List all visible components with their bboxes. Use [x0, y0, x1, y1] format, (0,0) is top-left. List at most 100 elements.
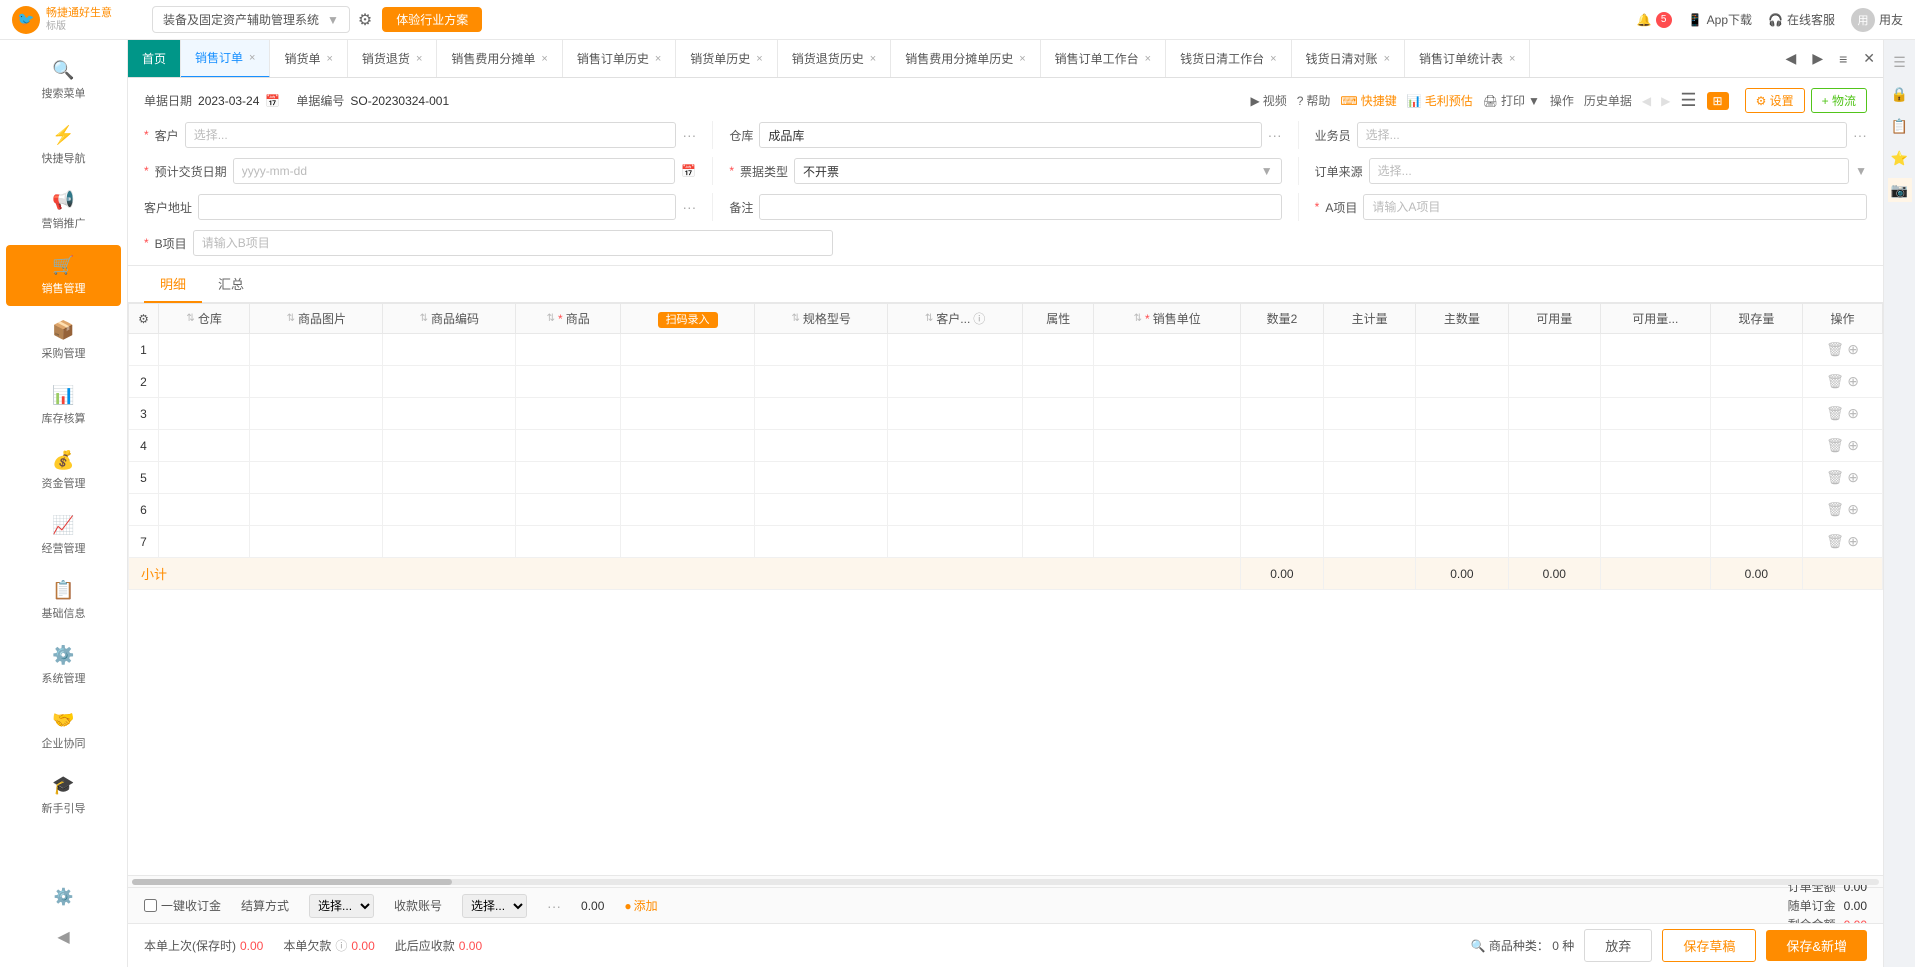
- tab-cash-daily[interactable]: 钱货日清工作台 ×: [1166, 40, 1291, 78]
- industry-btn[interactable]: 体验行业方案: [382, 7, 482, 32]
- row-main-unit[interactable]: [1323, 462, 1415, 494]
- row-product-code[interactable]: [383, 462, 516, 494]
- row-product-name[interactable]: [516, 462, 621, 494]
- row-warehouse[interactable]: [159, 366, 250, 398]
- sidebar-settings-btn[interactable]: ⚙️: [0, 879, 127, 915]
- sidebar-item-sales[interactable]: 🛒 销售管理: [6, 245, 121, 306]
- row-product-img[interactable]: [250, 526, 383, 558]
- row-main-qty[interactable]: [1416, 494, 1508, 526]
- right-action-5[interactable]: 📷: [1888, 178, 1912, 202]
- delete-row-icon[interactable]: 🗑: [1826, 501, 1844, 517]
- row-customer-code[interactable]: [888, 334, 1023, 366]
- bank-account-more-icon[interactable]: ···: [547, 898, 561, 914]
- copy-row-icon[interactable]: ⊕: [1847, 341, 1859, 357]
- delivery-date-input[interactable]: [233, 158, 676, 184]
- tab-close-icon[interactable]: ×: [416, 53, 422, 65]
- shortcut-btn[interactable]: ⌨ 快捷键: [1340, 92, 1396, 109]
- right-action-1[interactable]: ☰: [1888, 50, 1912, 74]
- row-main-qty[interactable]: [1416, 366, 1508, 398]
- col-sort-icon[interactable]: ⇅: [186, 313, 194, 324]
- row-spec-model[interactable]: [755, 334, 888, 366]
- app-download-btn[interactable]: 📱 App下载: [1688, 11, 1752, 28]
- row-available-qty[interactable]: [1508, 366, 1600, 398]
- row-available-qty[interactable]: [1508, 462, 1600, 494]
- scroll-area[interactable]: [128, 875, 1883, 887]
- right-action-4[interactable]: ⭐: [1888, 146, 1912, 170]
- sidebar-item-purchase[interactable]: 📦 采购管理: [6, 310, 121, 371]
- discard-btn[interactable]: 放弃: [1584, 929, 1652, 962]
- tab-close-icon[interactable]: ×: [1019, 53, 1025, 65]
- view-video-btn[interactable]: ▶ 视频: [1250, 92, 1286, 109]
- customer-input[interactable]: [185, 122, 677, 148]
- row-main-unit[interactable]: [1323, 398, 1415, 430]
- notes-input[interactable]: [759, 194, 1281, 220]
- tab-sales-refund-history[interactable]: 销货退货历史 ×: [778, 40, 891, 78]
- col-settings[interactable]: ⚙: [129, 304, 159, 334]
- print-btn[interactable]: 🖨 打印 ▼: [1483, 92, 1540, 109]
- set-btn[interactable]: ⚙ 设置: [1745, 88, 1805, 113]
- invoice-type-select[interactable]: 不开票 ▼: [794, 158, 1282, 184]
- row-product-name[interactable]: [516, 494, 621, 526]
- delete-row-icon[interactable]: 🗑: [1826, 533, 1844, 549]
- tab-sales-return[interactable]: 销货单 ×: [270, 40, 347, 78]
- tab-close-icon[interactable]: ×: [655, 53, 661, 65]
- sidebar-item-basic-info[interactable]: 📋 基础信息: [6, 570, 121, 631]
- right-action-2[interactable]: 🔒: [1888, 82, 1912, 106]
- row-product-img[interactable]: [250, 398, 383, 430]
- row-warehouse[interactable]: [159, 334, 250, 366]
- one-click-checkbox[interactable]: [144, 899, 157, 912]
- copy-row-icon[interactable]: ⊕: [1847, 373, 1859, 389]
- delete-row-icon[interactable]: 🗑: [1826, 341, 1844, 357]
- scan-btn[interactable]: 扫码录入: [658, 312, 718, 328]
- tab-sales-order[interactable]: 销售订单 ×: [181, 40, 270, 78]
- row-attr[interactable]: [1023, 430, 1094, 462]
- row-qty2[interactable]: [1240, 526, 1323, 558]
- tab-next-btn[interactable]: ▶: [1804, 50, 1831, 67]
- row-main-unit[interactable]: [1323, 366, 1415, 398]
- delete-row-icon[interactable]: 🗑: [1826, 405, 1844, 421]
- row-spec-model[interactable]: [755, 398, 888, 430]
- save-draft-btn[interactable]: 保存草稿: [1662, 929, 1756, 962]
- tab-close-all-btn[interactable]: ✕: [1855, 50, 1883, 67]
- row-qty2[interactable]: [1240, 398, 1323, 430]
- staff-more-icon[interactable]: ···: [1853, 127, 1867, 143]
- row-available-more[interactable]: [1600, 526, 1710, 558]
- sidebar-item-quick-nav[interactable]: ⚡ 快捷导航: [6, 115, 121, 176]
- row-product-code[interactable]: [383, 430, 516, 462]
- row-available-more[interactable]: [1600, 398, 1710, 430]
- row-warehouse[interactable]: [159, 526, 250, 558]
- right-action-3[interactable]: 📋: [1888, 114, 1912, 138]
- col-sort-icon[interactable]: ⇅: [547, 313, 555, 324]
- add-col-btn[interactable]: + 物流: [1811, 88, 1867, 113]
- save-new-btn[interactable]: 保存&新增: [1766, 930, 1867, 961]
- warehouse-more-icon[interactable]: ···: [1268, 127, 1282, 143]
- detail-tab-summary[interactable]: 汇总: [202, 266, 260, 303]
- tab-close-icon[interactable]: ×: [1384, 53, 1390, 65]
- settlement-select[interactable]: 选择...: [309, 894, 374, 918]
- row-current-qty[interactable]: [1710, 366, 1802, 398]
- operation-btn[interactable]: 操作: [1550, 92, 1574, 109]
- warehouse-value[interactable]: 成品库: [759, 122, 1261, 148]
- row-available-more[interactable]: [1600, 494, 1710, 526]
- row-qty2[interactable]: [1240, 366, 1323, 398]
- row-spec-model[interactable]: [755, 366, 888, 398]
- notification-btn[interactable]: 🔔 5: [1637, 12, 1672, 28]
- row-sales-unit[interactable]: [1094, 366, 1240, 398]
- copy-row-icon[interactable]: ⊕: [1847, 501, 1859, 517]
- sidebar-item-inventory[interactable]: 📊 库存核算: [6, 375, 121, 436]
- row-qty2[interactable]: [1240, 430, 1323, 462]
- gear-icon[interactable]: ⚙: [358, 10, 372, 30]
- row-current-qty[interactable]: [1710, 334, 1802, 366]
- address-input[interactable]: [198, 194, 676, 220]
- row-available-qty[interactable]: [1508, 334, 1600, 366]
- row-main-unit[interactable]: [1323, 430, 1415, 462]
- copy-row-icon[interactable]: ⊕: [1847, 437, 1859, 453]
- row-product-code[interactable]: [383, 494, 516, 526]
- row-qty2[interactable]: [1240, 334, 1323, 366]
- row-sales-unit[interactable]: [1094, 334, 1240, 366]
- row-customer-code[interactable]: [888, 494, 1023, 526]
- row-current-qty[interactable]: [1710, 430, 1802, 462]
- sidebar-item-marketing[interactable]: 📢 营销推广: [6, 180, 121, 241]
- row-sales-unit[interactable]: [1094, 462, 1240, 494]
- sidebar-item-system[interactable]: ⚙️ 系统管理: [6, 635, 121, 696]
